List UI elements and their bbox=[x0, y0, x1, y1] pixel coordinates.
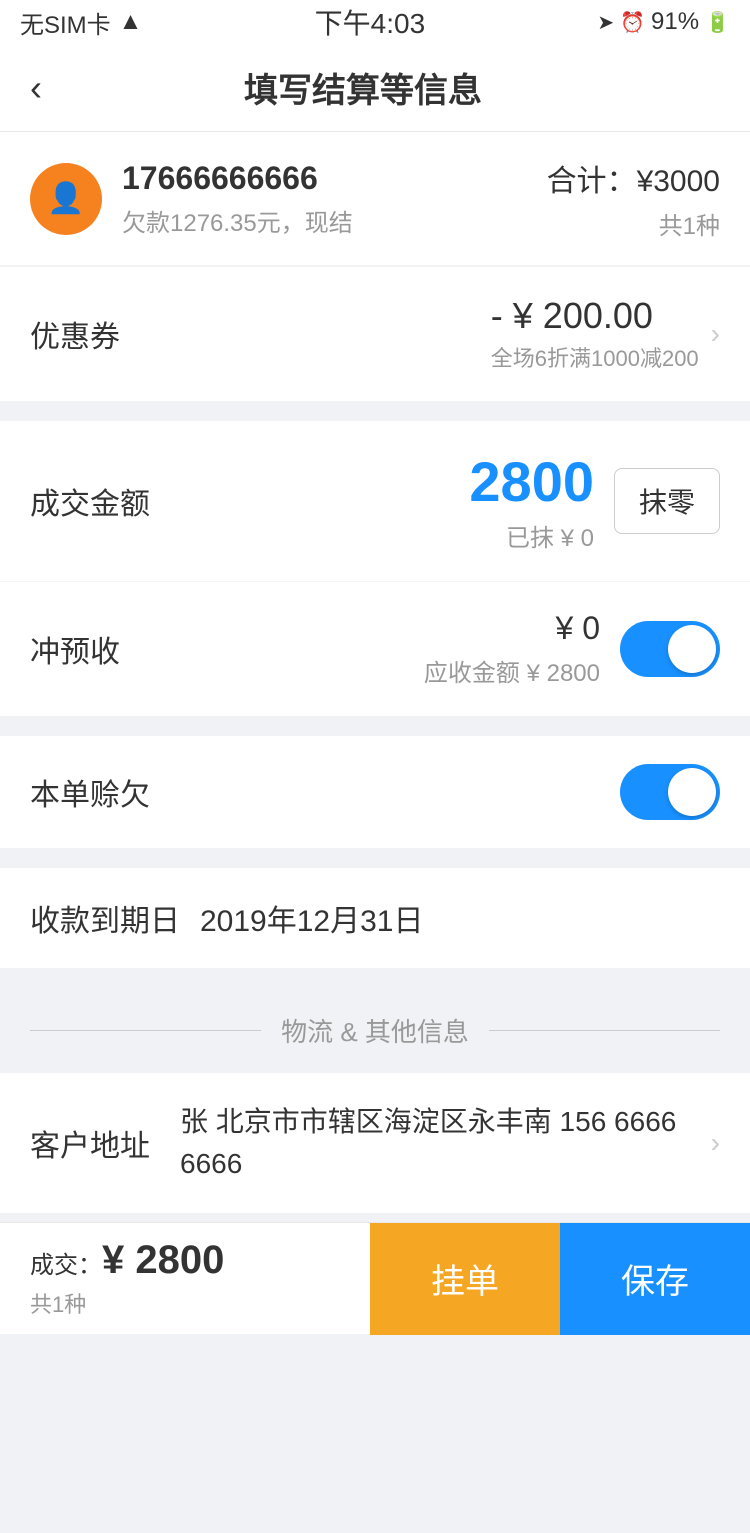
debt-row: 本单赊欠 bbox=[0, 736, 750, 848]
status-right: ➤ ⏰ 91% 🔋 bbox=[597, 8, 730, 36]
nav-bar: ‹ 填写结算等信息 bbox=[0, 44, 750, 132]
customer-left: 👤 17666666666 欠款1276.35元，现结 bbox=[30, 160, 353, 238]
customer-total: 合计：¥3000 共1种 bbox=[547, 156, 720, 241]
battery-level: 91% bbox=[651, 8, 699, 36]
prepay-sub: 应收金额 ¥ 2800 bbox=[424, 653, 600, 688]
due-date-label: 收款到期日 bbox=[30, 896, 180, 940]
prepayment-toggle[interactable] bbox=[620, 621, 720, 677]
divider-line-right bbox=[489, 1030, 720, 1031]
divider-text: 物流 & 其他信息 bbox=[281, 1012, 469, 1049]
customer-row: 👤 17666666666 欠款1276.35元，现结 合计：¥3000 共1种 bbox=[0, 132, 750, 265]
coupon-row[interactable]: 优惠券 - ¥ 200.00 全场6折满1000减200 › bbox=[0, 267, 750, 401]
debt-toggle[interactable] bbox=[620, 764, 720, 820]
address-chevron-icon: › bbox=[711, 1127, 720, 1159]
address-row[interactable]: 客户地址 张 北京市市辖区海淀区永丰南 156 6666 6666 › bbox=[0, 1073, 750, 1213]
divider-line-left bbox=[30, 1030, 261, 1031]
coupon-right: - ¥ 200.00 全场6折满1000减200 › bbox=[491, 295, 720, 373]
amount-text: 2800 已抹 ¥ 0 bbox=[469, 449, 594, 553]
summary-amount: ¥ 2800 bbox=[102, 1238, 224, 1282]
summary-top: 成交：¥ 2800 bbox=[30, 1238, 340, 1283]
coupon-desc: 全场6折满1000减200 bbox=[491, 341, 699, 373]
divider-section: 物流 & 其他信息 bbox=[0, 988, 750, 1073]
deal-amount-sub: 已抹 ¥ 0 bbox=[469, 518, 594, 553]
deal-amount-right: 2800 已抹 ¥ 0 抹零 bbox=[469, 449, 720, 553]
due-date-row: 收款到期日 2019年12月31日 bbox=[0, 868, 750, 968]
address-label: 客户地址 bbox=[30, 1121, 150, 1165]
deal-amount-section: 成交金额 2800 已抹 ¥ 0 抹零 冲预收 ¥ 0 应收金额 ¥ 2800 bbox=[0, 421, 750, 716]
avatar-icon: 👤 bbox=[47, 181, 84, 216]
wifi-icon: ▲ bbox=[119, 8, 143, 36]
customer-phone: 17666666666 bbox=[122, 160, 353, 197]
status-bar: 无SIM卡 ▲ 下午4:03 ➤ ⏰ 91% 🔋 bbox=[0, 0, 750, 44]
total-count: 共1种 bbox=[547, 206, 720, 241]
prepay-amount: ¥ 0 bbox=[424, 610, 600, 647]
customer-info: 17666666666 欠款1276.35元，现结 bbox=[122, 160, 353, 238]
save-button[interactable]: 保存 bbox=[560, 1223, 750, 1335]
coupon-label: 优惠券 bbox=[30, 312, 120, 356]
prepayment-label: 冲预收 bbox=[30, 627, 120, 671]
due-date-value: 2019年12月31日 bbox=[200, 896, 423, 940]
total-value: ¥3000 bbox=[637, 165, 720, 198]
alarm-icon: ⏰ bbox=[620, 10, 645, 35]
hang-button[interactable]: 挂单 bbox=[370, 1223, 560, 1335]
chevron-right-icon: › bbox=[711, 318, 720, 350]
deal-amount-label: 成交金额 bbox=[30, 479, 150, 523]
nav-title: 填写结算等信息 bbox=[62, 63, 664, 112]
summary-label: 成交： bbox=[30, 1252, 102, 1279]
coupon-discount: - ¥ 200.00 bbox=[491, 295, 699, 337]
coupon-discount-container: - ¥ 200.00 全场6折满1000减200 bbox=[491, 295, 699, 373]
bottom-summary: 成交：¥ 2800 共1种 bbox=[0, 1238, 370, 1319]
location-icon: ➤ bbox=[597, 10, 614, 35]
prepayment-row: 冲预收 ¥ 0 应收金额 ¥ 2800 bbox=[0, 582, 750, 716]
deal-amount-row: 成交金额 2800 已抹 ¥ 0 抹零 bbox=[0, 421, 750, 582]
back-button[interactable]: ‹ bbox=[30, 67, 42, 109]
prepay-text: ¥ 0 应收金额 ¥ 2800 bbox=[424, 610, 600, 688]
deal-amount-value: 2800 bbox=[469, 449, 594, 514]
customer-debt: 欠款1276.35元，现结 bbox=[122, 203, 353, 238]
bottom-bar: 成交：¥ 2800 共1种 挂单 保存 bbox=[0, 1222, 750, 1334]
round-zero-button[interactable]: 抹零 bbox=[614, 468, 720, 534]
sim-status: 无SIM卡 bbox=[20, 5, 111, 40]
avatar: 👤 bbox=[30, 163, 102, 235]
address-value: 张 北京市市辖区海淀区永丰南 156 6666 6666 bbox=[180, 1101, 711, 1185]
status-left: 无SIM卡 ▲ bbox=[20, 5, 142, 40]
total-label: 合计： bbox=[547, 165, 637, 198]
debt-label: 本单赊欠 bbox=[30, 770, 150, 814]
summary-count: 共1种 bbox=[30, 1287, 340, 1319]
debt-section: 本单赊欠 bbox=[0, 736, 750, 848]
status-time: 下午4:03 bbox=[315, 2, 426, 42]
prepay-right: ¥ 0 应收金额 ¥ 2800 bbox=[424, 610, 720, 688]
total-amount: 合计：¥3000 bbox=[547, 156, 720, 200]
battery-icon: 🔋 bbox=[705, 10, 730, 35]
